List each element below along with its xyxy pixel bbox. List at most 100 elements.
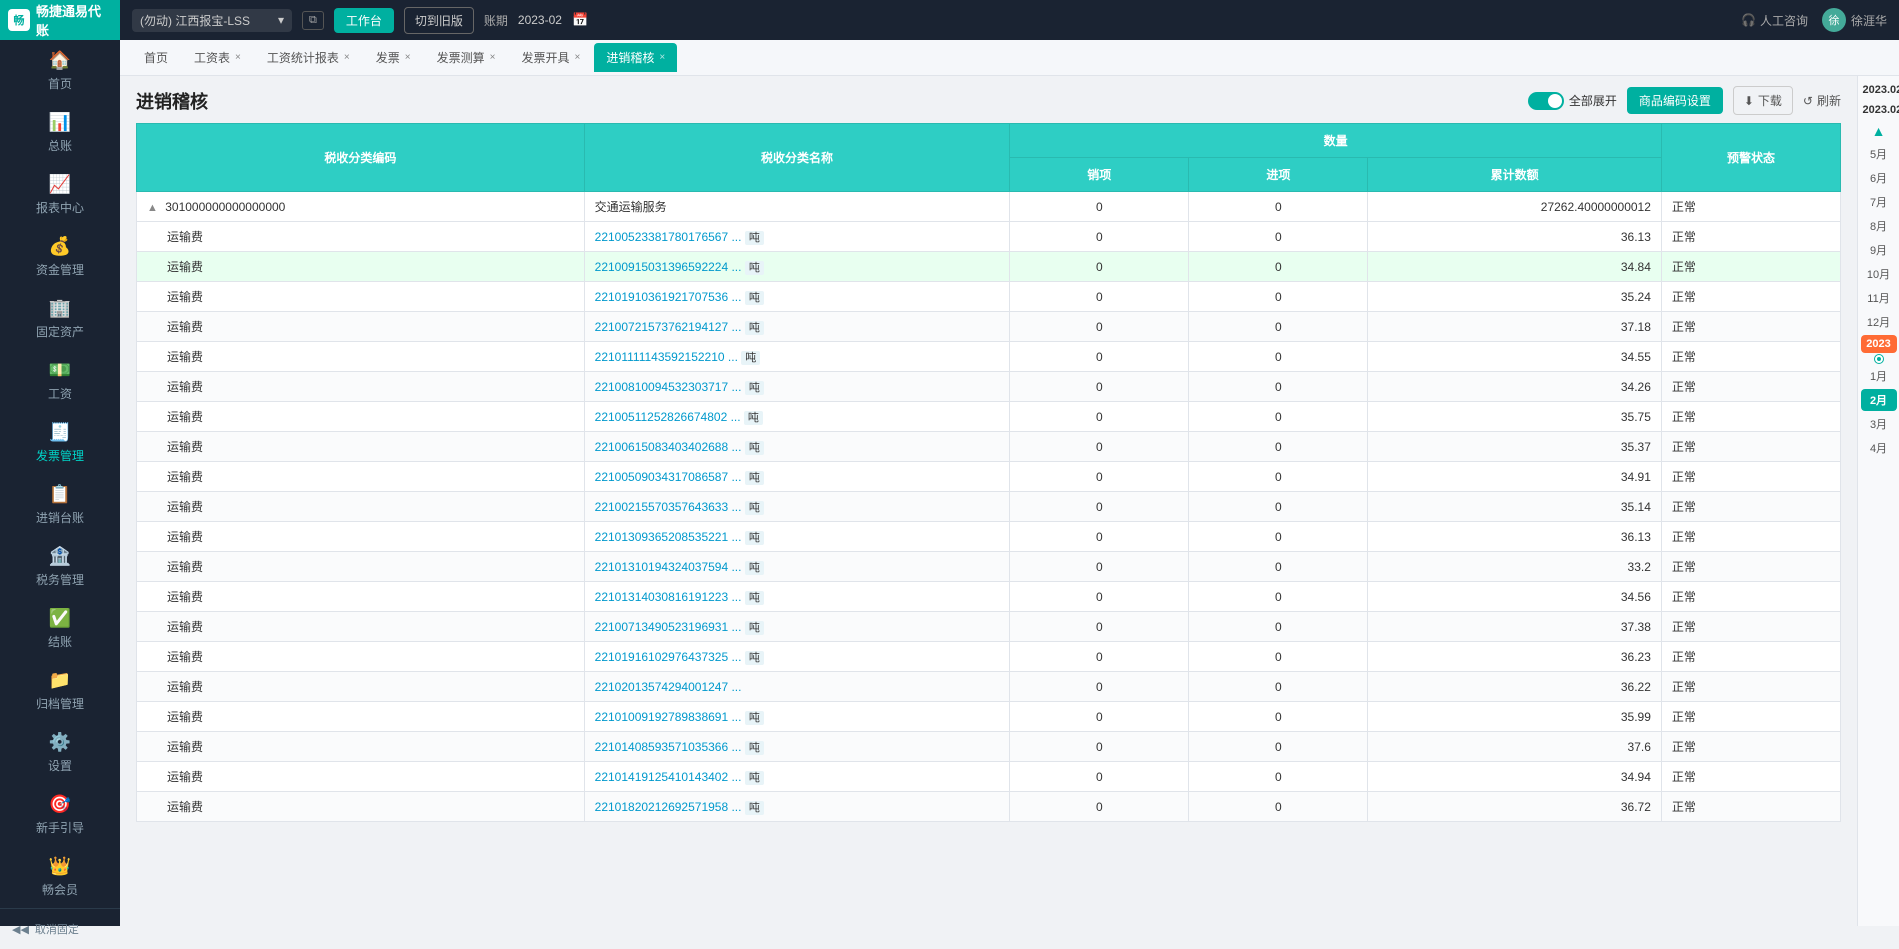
toggle-switch[interactable]: [1528, 92, 1564, 110]
sidebar-item-settle[interactable]: ✅ 结账: [0, 598, 120, 660]
header-actions: 全部展开 商品编码设置 ⬇ 下载 ↺ 刷新: [1528, 86, 1841, 115]
calendar-month-11[interactable]: 11月: [1861, 287, 1897, 309]
tab-invoice-issue[interactable]: 发票开具 ×: [509, 43, 592, 72]
unpin-button[interactable]: ◀◀ 取消固定: [0, 908, 120, 949]
cell-cumulative: 37.18: [1368, 312, 1662, 342]
calendar-month-7[interactable]: 7月: [1861, 191, 1897, 213]
cell-invoice[interactable]: 22100511252826674802 ... 吨: [584, 402, 1010, 432]
table-row: 运输费 22100713490523196931 ... 吨 0 0 37.38…: [137, 612, 1841, 642]
sidebar-item-home[interactable]: 🏠 首页: [0, 40, 120, 102]
copy-button[interactable]: ⧉: [302, 11, 324, 30]
company-selector[interactable]: (勿动) 江西报宝-LSS ▾: [132, 9, 292, 32]
tab-payroll[interactable]: 工资表 ×: [182, 43, 253, 72]
calendar-year-month-1[interactable]: 2023.02: [1861, 81, 1897, 99]
cell-status: 正常: [1661, 312, 1840, 342]
cell-purchase: 0: [1189, 462, 1368, 492]
archive-icon: 📁: [49, 670, 71, 691]
cell-cumulative: 37.38: [1368, 612, 1662, 642]
calendar-month-8[interactable]: 8月: [1861, 215, 1897, 237]
download-button[interactable]: ⬇ 下载: [1733, 86, 1793, 115]
sidebar: 畅 畅捷通易代账 🏠 首页 📊 总账 📈 报表中心 💰 资金管理 🏢 固定资产 …: [0, 0, 120, 926]
tab-invoice-calc[interactable]: 发票测算 ×: [425, 43, 508, 72]
sidebar-item-reports[interactable]: 📈 报表中心: [0, 164, 120, 226]
cell-invoice[interactable]: 22101111143592152210 ... 吨: [584, 342, 1010, 372]
calendar-month-10[interactable]: 10月: [1861, 263, 1897, 285]
sidebar-item-assets[interactable]: 🏢 固定资产: [0, 288, 120, 350]
cell-invoice[interactable]: 22100215570357643633 ... 吨: [584, 492, 1010, 522]
cell-invoice[interactable]: 22100523381780176567 ... 吨: [584, 222, 1010, 252]
cell-invoice[interactable]: 22101314030816191223 ... 吨: [584, 582, 1010, 612]
cell-invoice[interactable]: 22101820212692571958 ... 吨: [584, 792, 1010, 822]
cell-invoice[interactable]: 22101419125410143402 ... 吨: [584, 762, 1010, 792]
sidebar-item-guide[interactable]: 🎯 新手引导: [0, 784, 120, 846]
calendar-up-arrow[interactable]: ▲: [1872, 120, 1886, 142]
cell-invoice[interactable]: 22101910361921707536 ... 吨: [584, 282, 1010, 312]
table-row: 运输费 22101910361921707536 ... 吨 0 0 35.24…: [137, 282, 1841, 312]
cell-purchase: 0: [1189, 252, 1368, 282]
tab-invoice-issue-close[interactable]: ×: [574, 52, 580, 63]
workspace-button[interactable]: 工作台: [334, 8, 394, 33]
cell-invoice[interactable]: 22100509034317086587 ... 吨: [584, 462, 1010, 492]
cell-invoice[interactable]: 22100713490523196931 ... 吨: [584, 612, 1010, 642]
sidebar-item-settings[interactable]: ⚙️ 设置: [0, 722, 120, 784]
cell-purchase: 0: [1189, 402, 1368, 432]
tab-invoice-calc-close[interactable]: ×: [490, 52, 496, 63]
calendar-month-4[interactable]: 4月: [1861, 437, 1897, 459]
table-row: 运输费 22101408593571035366 ... 吨 0 0 37.6 …: [137, 732, 1841, 762]
table-row: 运输费 22101820212692571958 ... 吨 0 0 36.72…: [137, 792, 1841, 822]
cell-cumulative: 34.84: [1368, 252, 1662, 282]
toggle-expand[interactable]: 全部展开: [1528, 92, 1617, 110]
cell-invoice[interactable]: 22101310194324037594 ... 吨: [584, 552, 1010, 582]
cell-invoice[interactable]: 22101408593571035366 ... 吨: [584, 732, 1010, 762]
refresh-button[interactable]: ↺ 刷新: [1803, 92, 1841, 109]
user-menu[interactable]: 徐 徐涯华: [1822, 8, 1887, 32]
cell-invoice[interactable]: 22102013574294001247 ...: [584, 672, 1010, 702]
cell-sales: 0: [1010, 762, 1189, 792]
tab-payroll-stats-close[interactable]: ×: [344, 52, 350, 63]
collapse-icon[interactable]: ▲: [147, 202, 158, 214]
tab-payroll-close[interactable]: ×: [235, 52, 241, 63]
cell-code: ▲ 301000000000000000: [137, 192, 585, 222]
calendar-year-month-2[interactable]: 2023.02: [1861, 101, 1897, 119]
calendar-month-3[interactable]: 3月: [1861, 413, 1897, 435]
switch-version-button[interactable]: 切到旧版: [404, 7, 474, 34]
tab-payroll-stats[interactable]: 工资统计报表 ×: [255, 43, 362, 72]
support-label[interactable]: 🎧 人工咨询: [1741, 12, 1808, 29]
sidebar-item-label: 固定资产: [36, 323, 84, 340]
calendar-month-12[interactable]: 12月: [1861, 311, 1897, 333]
cell-invoice[interactable]: 22100721573762194127 ... 吨: [584, 312, 1010, 342]
sidebar-item-inout[interactable]: 📋 进销台账: [0, 474, 120, 536]
calendar-year-2023[interactable]: 2023: [1861, 335, 1897, 353]
calendar-month-5[interactable]: 5月: [1861, 143, 1897, 165]
cell-invoice[interactable]: 22100810094532303717 ... 吨: [584, 372, 1010, 402]
cell-invoice[interactable]: 22101009192789838691 ... 吨: [584, 702, 1010, 732]
tab-home[interactable]: 首页: [132, 43, 180, 72]
sidebar-item-label: 报表中心: [36, 199, 84, 216]
sidebar-item-ledger[interactable]: 📊 总账: [0, 102, 120, 164]
sidebar-item-member[interactable]: 👑 畅会员: [0, 846, 120, 908]
cell-invoice[interactable]: 22101309365208535221 ... 吨: [584, 522, 1010, 552]
goods-code-button[interactable]: 商品编码设置: [1627, 87, 1723, 114]
tab-reconcile-close[interactable]: ×: [659, 52, 665, 63]
sidebar-item-invoice[interactable]: 🧾 发票管理: [0, 412, 120, 474]
sidebar-item-tax[interactable]: 🏦 税务管理: [0, 536, 120, 598]
tab-invoice[interactable]: 发票 ×: [364, 43, 423, 72]
sidebar-item-payroll[interactable]: 💵 工资: [0, 350, 120, 412]
tab-invoice-close[interactable]: ×: [405, 52, 411, 63]
cell-invoice[interactable]: 22101916102976437325 ... 吨: [584, 642, 1010, 672]
cell-status: 正常: [1661, 642, 1840, 672]
sidebar-item-label: 进销台账: [36, 509, 84, 526]
cell-invoice[interactable]: 22100915031396592224 ... 吨: [584, 252, 1010, 282]
th-warn: 预警状态: [1661, 124, 1840, 192]
calendar-month-2-active[interactable]: 2月: [1861, 389, 1897, 411]
company-name: (勿动) 江西报宝-LSS: [140, 12, 250, 29]
cell-invoice[interactable]: 22100615083403402688 ... 吨: [584, 432, 1010, 462]
cell-cumulative: 34.26: [1368, 372, 1662, 402]
calendar-month-9[interactable]: 9月: [1861, 239, 1897, 261]
sidebar-item-funds[interactable]: 💰 资金管理: [0, 226, 120, 288]
sidebar-item-archive[interactable]: 📁 归档管理: [0, 660, 120, 722]
period-value: 2023-02: [518, 13, 562, 27]
tab-reconcile[interactable]: 进销稽核 ×: [594, 43, 677, 72]
calendar-month-6[interactable]: 6月: [1861, 167, 1897, 189]
calendar-month-1[interactable]: 1月: [1861, 365, 1897, 387]
